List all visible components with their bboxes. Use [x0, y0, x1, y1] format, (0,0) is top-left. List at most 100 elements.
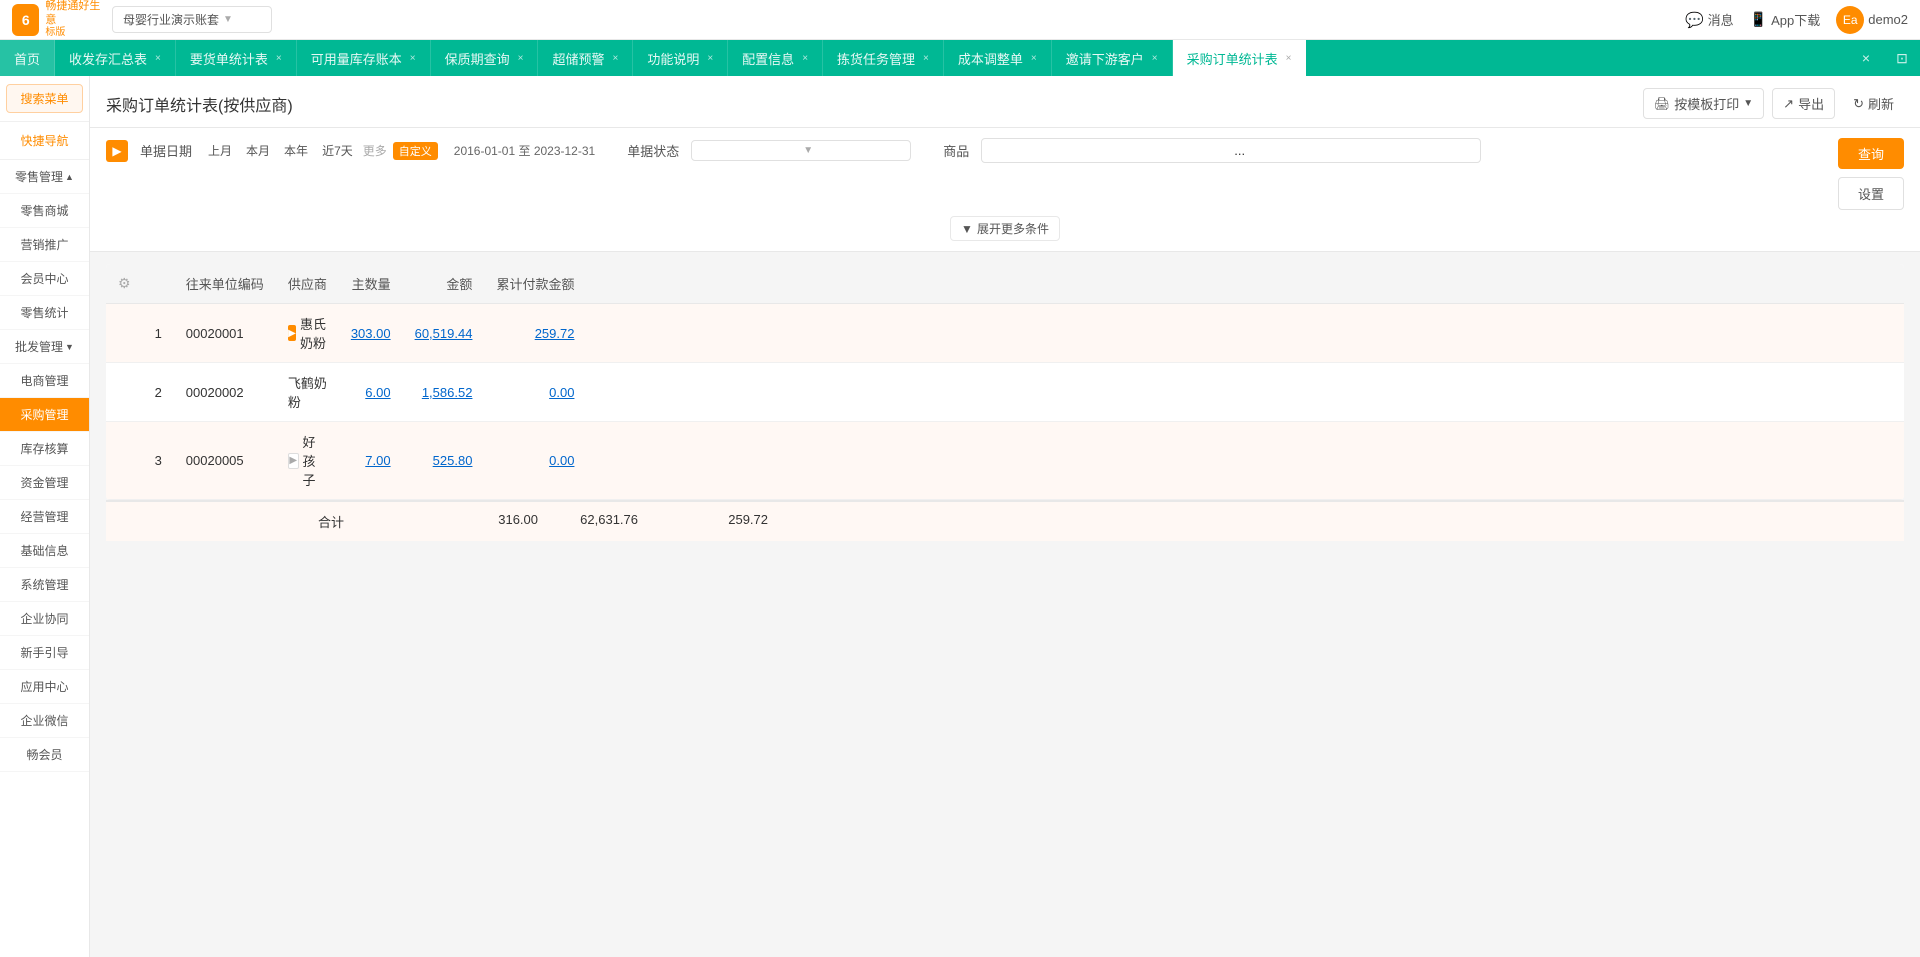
row-1-quantity[interactable]: 303.00 — [339, 304, 403, 363]
shortcut-this-month[interactable]: 本月 — [242, 140, 274, 161]
row-2-paid-amount[interactable]: 0.00 — [484, 363, 586, 422]
shortcut-this-year[interactable]: 本年 — [280, 140, 312, 161]
settings-button[interactable]: 设置 — [1838, 177, 1904, 210]
tab-overstock[interactable]: 超储预警 × — [538, 40, 633, 76]
col-unit-code-header: 往来单位编码 — [174, 264, 276, 304]
page-header: 采购订单统计表(按供应商) 🖨 按模板打印 ▼ ↗ 导出 ↻ 刷新 — [90, 76, 1920, 128]
date-label: 单据日期 — [140, 141, 192, 160]
tab-close-receive-send[interactable]: × — [155, 53, 161, 64]
col-extra-header — [586, 264, 1904, 304]
tab-purchase-stats[interactable]: 采购订单统计表 × — [1173, 40, 1307, 76]
sidebar-item-member-center[interactable]: 会员中心 — [0, 262, 89, 296]
sidebar-item-vip-member[interactable]: 畅会员 — [0, 738, 89, 772]
shortcut-more[interactable]: 更多 — [363, 142, 387, 159]
tab-config-info[interactable]: 配置信息 × — [728, 40, 823, 76]
refresh-button[interactable]: ↻ 刷新 — [1843, 89, 1904, 118]
sidebar-item-wholesale-mgmt[interactable]: 批发管理 ▼ — [0, 330, 89, 364]
row-1-amount[interactable]: 60,519.44 — [403, 304, 485, 363]
expand-more-button[interactable]: ▼ 展开更多条件 — [950, 216, 1060, 241]
row-2-index: 2 — [143, 363, 174, 422]
message-button[interactable]: 💬 消息 — [1685, 10, 1734, 29]
tab-restore-button[interactable]: ⊡ — [1884, 40, 1920, 76]
sidebar-item-enterprise-wechat[interactable]: 企业微信 — [0, 704, 89, 738]
search-menu-button[interactable]: 搜索菜单 — [6, 84, 83, 113]
export-button[interactable]: ↗ 导出 — [1772, 88, 1835, 119]
tab-close-available-stock[interactable]: × — [410, 53, 416, 64]
tab-close-pick-task[interactable]: × — [923, 53, 929, 64]
sidebar-item-ecommerce-mgmt[interactable]: 电商管理 — [0, 364, 89, 398]
row-1-supplier: ▶ 惠氏奶粉 — [276, 304, 339, 363]
tab-home[interactable]: 首页 — [0, 40, 55, 76]
nav-tabs: 首页 收发存汇总表 × 要货单统计表 × 可用量库存账本 × 保质期查询 × 超… — [0, 40, 1920, 76]
tab-close-overstock[interactable]: × — [612, 53, 618, 64]
tab-function-guide[interactable]: 功能说明 × — [633, 40, 728, 76]
tab-close-cost-adjust[interactable]: × — [1031, 53, 1037, 64]
username-label: demo2 — [1868, 12, 1908, 27]
filter-area: ▶ 单据日期 上月 本月 本年 近7天 更多 自定义 — [90, 128, 1920, 252]
sidebar-item-retail-stats[interactable]: 零售统计 — [0, 296, 89, 330]
tab-close-invite-customer[interactable]: × — [1152, 53, 1158, 64]
tab-expiry-query[interactable]: 保质期查询 × — [431, 40, 539, 76]
sidebar-item-new-guide[interactable]: 新手引导 — [0, 636, 89, 670]
filter-toggle-button[interactable]: ▶ — [106, 140, 128, 162]
tab-invite-customer[interactable]: 邀请下游客户 × — [1052, 40, 1173, 76]
logo-icon: 6 — [12, 4, 39, 36]
right-actions: 查询 设置 — [1838, 138, 1904, 210]
top-bar: 6 畅捷通好生意 标版 母婴行业演示账套 ▼ 💬 消息 📱 App下载 Ea d… — [0, 0, 1920, 40]
main-layout: 搜索菜单 快捷导航 零售管理 ▲ 零售商城 营销推广 会员中心 零售统计 批发管… — [0, 76, 1920, 957]
row-3-expand-icon[interactable]: ▶ — [288, 453, 299, 469]
tab-available-stock[interactable]: 可用量库存账本 × — [297, 40, 431, 76]
tab-pick-task[interactable]: 拣货任务管理 × — [823, 40, 944, 76]
footer-quantity: 316.00 — [458, 512, 558, 531]
shortcut-7-days[interactable]: 近7天 — [318, 140, 357, 161]
goods-more-icon[interactable]: ... — [1234, 143, 1472, 158]
row-3-index: 3 — [143, 422, 174, 500]
logo-area: 6 畅捷通好生意 标版 — [12, 0, 102, 38]
sidebar-item-purchase-mgmt[interactable]: 采购管理 — [0, 398, 89, 432]
sidebar-item-enterprise-collab[interactable]: 企业协同 — [0, 602, 89, 636]
user-avatar-area[interactable]: Ea demo2 — [1836, 6, 1908, 34]
row-1-expand-icon[interactable]: ▶ — [288, 325, 296, 341]
sidebar-item-capital-mgmt[interactable]: 资金管理 — [0, 466, 89, 500]
table-header-row: ⚙ 往来单位编码 供应商 主数量 金额 累计付款金额 — [106, 264, 1904, 304]
sidebar-item-operation-mgmt[interactable]: 经营管理 — [0, 500, 89, 534]
quick-nav-button[interactable]: 快捷导航 — [0, 126, 89, 155]
sidebar-item-retail-mgmt[interactable]: 零售管理 ▲ — [0, 160, 89, 194]
row-2-amount[interactable]: 1,586.52 — [403, 363, 485, 422]
sidebar-item-system-mgmt[interactable]: 系统管理 — [0, 568, 89, 602]
header-actions: 🖨 按模板打印 ▼ ↗ 导出 ↻ 刷新 — [1643, 88, 1904, 119]
sidebar-item-marketing[interactable]: 营销推广 — [0, 228, 89, 262]
sidebar-item-inventory-check[interactable]: 库存核算 — [0, 432, 89, 466]
status-select[interactable]: ▼ — [691, 140, 911, 161]
sidebar-item-app-center[interactable]: 应用中心 — [0, 670, 89, 704]
row-2-unit-code: 00020002 — [174, 363, 276, 422]
col-supplier-header: 供应商 — [276, 264, 339, 304]
tab-close-order-stats[interactable]: × — [276, 53, 282, 64]
goods-input[interactable]: ... — [981, 138, 1481, 163]
row-1-paid-amount[interactable]: 259.72 — [484, 304, 586, 363]
tab-close-purchase-stats[interactable]: × — [1286, 53, 1292, 64]
chevron-up-icon: ▲ — [65, 172, 74, 182]
row-3-paid-amount[interactable]: 0.00 — [484, 422, 586, 500]
tab-receive-send[interactable]: 收发存汇总表 × — [55, 40, 176, 76]
tab-close-config-info[interactable]: × — [802, 53, 808, 64]
row-3-amount[interactable]: 525.80 — [403, 422, 485, 500]
app-download-button[interactable]: 📱 App下载 — [1750, 10, 1821, 29]
tab-close-function-guide[interactable]: × — [707, 53, 713, 64]
workspace-selector[interactable]: 母婴行业演示账套 ▼ — [112, 6, 272, 33]
chevron-right-icon: ▶ — [112, 144, 121, 158]
col-index-header — [143, 264, 174, 304]
tab-cost-adjust[interactable]: 成本调整单 × — [944, 40, 1052, 76]
column-settings-icon[interactable]: ⚙ — [118, 275, 131, 291]
tab-close-expiry-query[interactable]: × — [518, 53, 524, 64]
custom-date-tag[interactable]: 自定义 — [393, 142, 438, 160]
row-2-quantity[interactable]: 6.00 — [339, 363, 403, 422]
tab-close-all-button[interactable]: × — [1848, 40, 1884, 76]
tab-order-stats[interactable]: 要货单统计表 × — [176, 40, 297, 76]
sidebar-item-retail-shop[interactable]: 零售商城 — [0, 194, 89, 228]
sidebar-item-basic-info[interactable]: 基础信息 — [0, 534, 89, 568]
print-button[interactable]: 🖨 按模板打印 ▼ — [1643, 88, 1764, 119]
query-button[interactable]: 查询 — [1838, 138, 1904, 169]
shortcut-last-month[interactable]: 上月 — [204, 140, 236, 161]
row-3-quantity[interactable]: 7.00 — [339, 422, 403, 500]
